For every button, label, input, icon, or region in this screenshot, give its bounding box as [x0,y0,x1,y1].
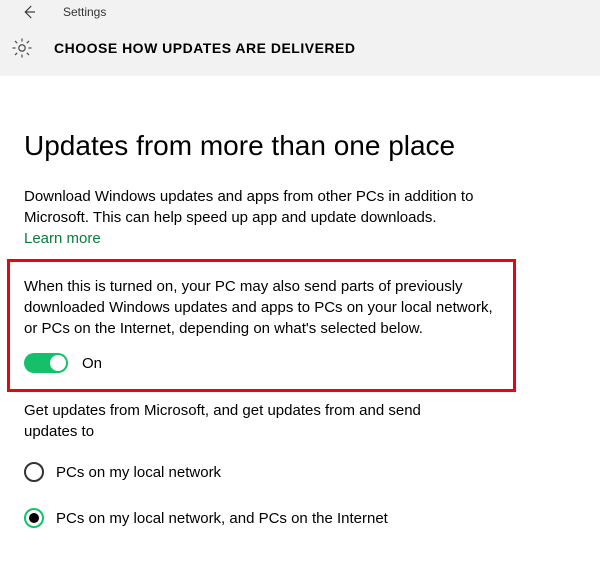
content-area: Updates from more than one place Downloa… [0,76,600,578]
app-label: Settings [63,5,106,19]
page-title: Updates from more than one place [24,130,576,162]
toggle-knob [50,355,66,371]
highlight-box: When this is turned on, your PC may also… [7,259,516,392]
gear-icon [10,36,34,60]
sub-description: Get updates from Microsoft, and get upda… [24,400,464,442]
header-main-row: CHOOSE HOW UPDATES ARE DELIVERED [0,24,600,76]
back-icon[interactable] [20,3,38,21]
toggle-row: On [24,353,499,373]
header-bar: Settings CHOOSE HOW UPDATES ARE DELIVERE… [0,0,600,76]
page-description: Download Windows updates and apps from o… [24,186,494,228]
radio-icon [24,508,44,528]
radio-option-internet[interactable]: PCs on my local network, and PCs on the … [24,508,576,528]
highlight-text: When this is turned on, your PC may also… [24,276,499,339]
header-top-row: Settings [0,0,600,24]
radio-icon [24,462,44,482]
radio-label: PCs on my local network [56,464,221,481]
updates-toggle[interactable] [24,353,68,373]
radio-option-local[interactable]: PCs on my local network [24,462,576,482]
radio-label: PCs on my local network, and PCs on the … [56,510,388,527]
page-header-title: CHOOSE HOW UPDATES ARE DELIVERED [54,40,355,56]
toggle-label: On [82,355,102,372]
learn-more-link[interactable]: Learn more [24,230,101,247]
